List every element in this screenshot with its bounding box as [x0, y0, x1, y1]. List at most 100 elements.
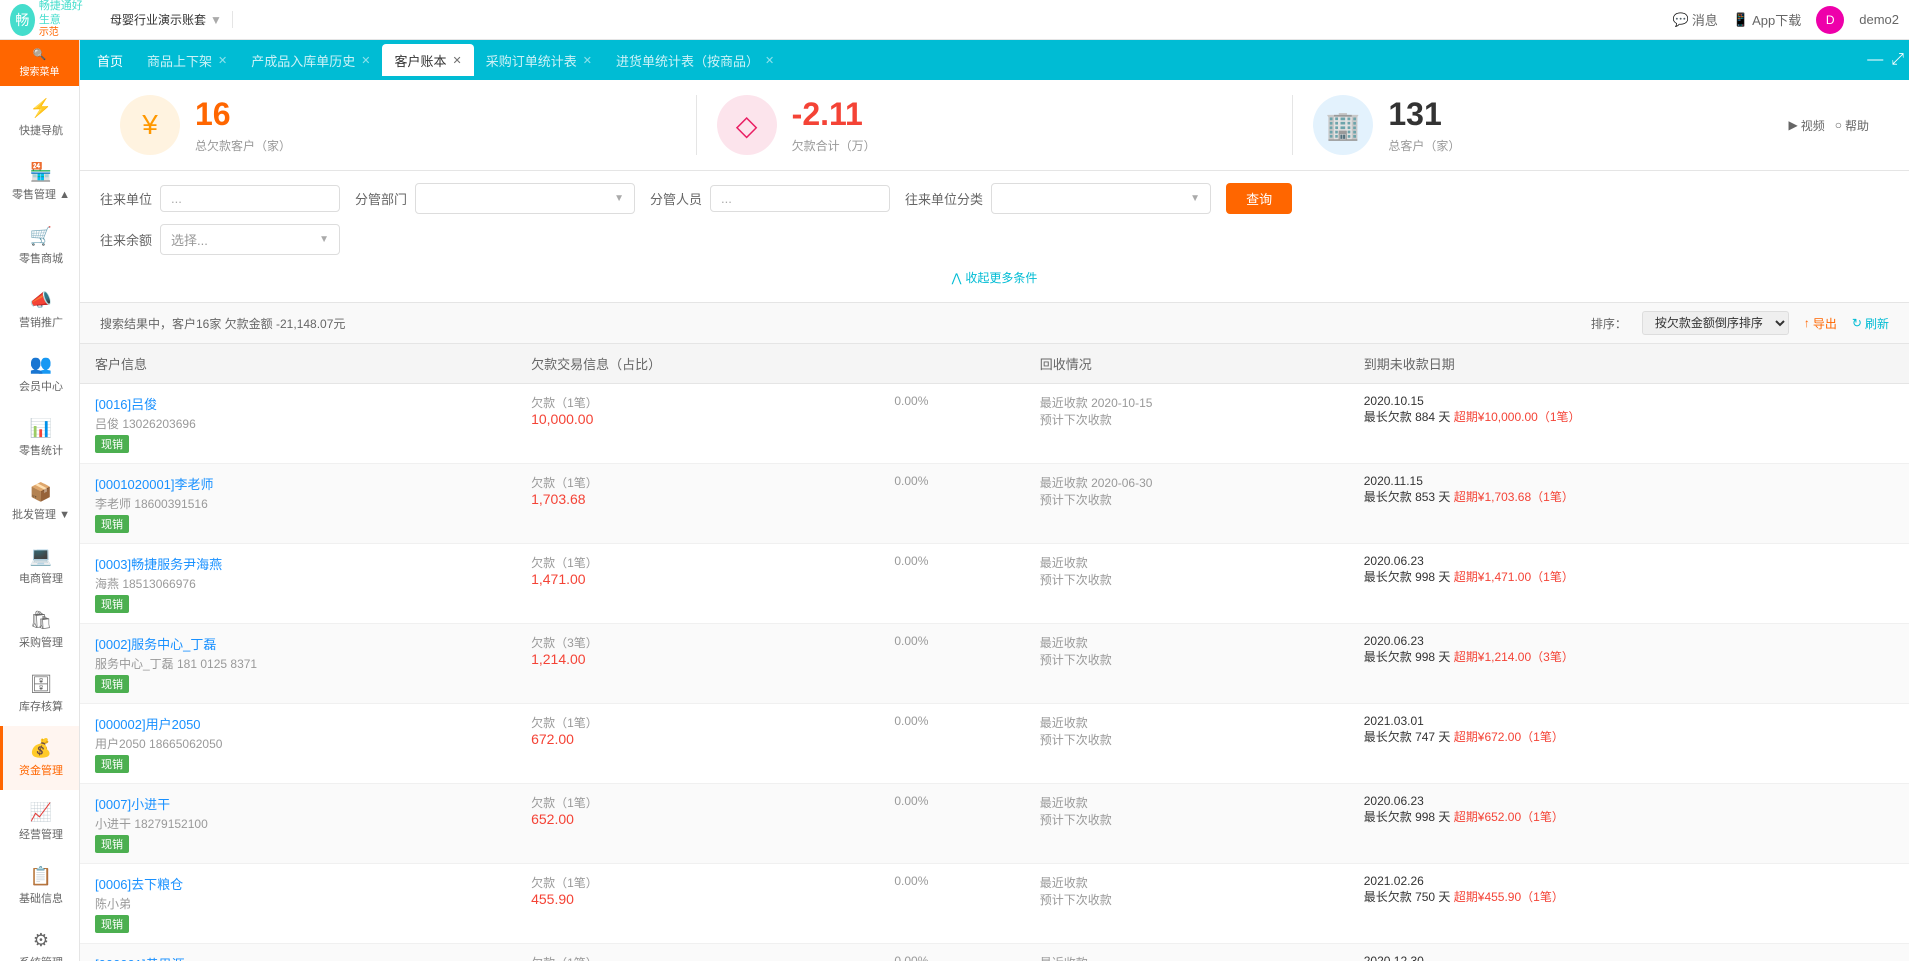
debt-count-6: 欠款（1笔）: [531, 874, 864, 891]
help-btn[interactable]: ○ 帮助: [1835, 117, 1869, 134]
tab-account[interactable]: 客户账本 ✕: [382, 44, 473, 76]
store-selector[interactable]: 母婴行业演示账套 ▼: [100, 11, 233, 28]
manager-input[interactable]: ...: [710, 185, 890, 212]
balance-dropdown-icon: ▼: [319, 234, 329, 245]
cell-customer-info-4: [000002]用户2050 用户2050 18665062050 现销: [80, 704, 516, 784]
customer-id-1[interactable]: [0001020001]李老师: [95, 474, 501, 493]
manager-dots: ...: [721, 191, 732, 206]
customer-id-6[interactable]: [0006]去下粮仓: [95, 874, 501, 893]
debt-percent-3: 0.00%: [894, 634, 1009, 648]
next-recovery-6: 预计下次收款: [1040, 891, 1334, 908]
sidebar-item-finance[interactable]: 💰 资金管理: [0, 726, 79, 790]
customer-id-7[interactable]: [000001]黄思源: [95, 954, 501, 961]
tab-history[interactable]: 产成品入库单历史 ✕: [239, 44, 382, 76]
cell-customer-info-0: [0016]吕俊 吕俊 13026203696 现销: [80, 384, 516, 464]
tab-close-account[interactable]: ✕: [453, 54, 462, 67]
overdue-amount-3[interactable]: 超期¥1,214.00（3笔）: [1454, 650, 1574, 664]
tab-home[interactable]: 首页: [85, 44, 135, 76]
customer-id-2[interactable]: [0003]畅捷服务尹海燕: [95, 554, 501, 573]
overdue-amount-4[interactable]: 超期¥672.00（1笔）: [1454, 730, 1564, 744]
sidebar-item-members[interactable]: 👥 会员中心: [0, 342, 79, 406]
sort-select[interactable]: 按欠款金额倒序排序: [1642, 311, 1789, 335]
search-button[interactable]: 查询: [1226, 183, 1292, 214]
sidebar-item-system[interactable]: ⚙ 系统管理: [0, 918, 79, 961]
cell-debt-percent-7: 0.00%: [879, 944, 1024, 961]
message-link[interactable]: 💬 消息: [1673, 10, 1718, 29]
debt-customers-value: 16: [195, 96, 291, 133]
sidebar-item-quick-nav[interactable]: ⚡ 快捷导航: [0, 86, 79, 150]
stat-info-debt-total: -2.11 欠款合计（万）: [792, 96, 876, 154]
branch-input[interactable]: ▼: [415, 183, 635, 214]
customer-tag-4: 现销: [95, 755, 129, 773]
sidebar-item-inventory[interactable]: 🗄 库存核算: [0, 662, 79, 726]
customer-id-0[interactable]: [0016]吕俊: [95, 394, 501, 413]
refresh-button[interactable]: ↻ 刷新: [1852, 315, 1889, 332]
cell-debt-info-2: 欠款（1笔） 1,471.00: [516, 544, 879, 624]
overdue-amount-1[interactable]: 超期¥1,703.68（1笔）: [1454, 490, 1574, 504]
tab-maximize-icon[interactable]: ⤢: [1891, 51, 1904, 69]
sidebar-item-retail-mall[interactable]: 🛒 零售商城: [0, 214, 79, 278]
tab-minimize-icon[interactable]: —: [1867, 51, 1883, 69]
sidebar-item-ecommerce[interactable]: 💻 电商管理: [0, 534, 79, 598]
debt-amount-6[interactable]: 455.90: [531, 891, 864, 907]
debt-amount-1[interactable]: 1,703.68: [531, 491, 864, 507]
operations-icon: 📈: [30, 802, 52, 823]
cell-due-date-6: 2021.02.26 最长欠款 750 天 超期¥455.90（1笔）: [1349, 864, 1909, 944]
overdue-amount-0[interactable]: 超期¥10,000.00（1笔）: [1454, 410, 1581, 424]
overdue-amount-2[interactable]: 超期¥1,471.00（1笔）: [1454, 570, 1574, 584]
overdue-amount-5[interactable]: 超期¥652.00（1笔）: [1454, 810, 1564, 824]
table-header-row: 客户信息 欠款交易信息（占比） 回收情况 到期未收款日期: [80, 344, 1909, 384]
debt-amount-0[interactable]: 10,000.00: [531, 411, 864, 427]
tab-inbound[interactable]: 进货单统计表（按商品） ✕: [604, 44, 786, 76]
debt-amount-5[interactable]: 652.00: [531, 811, 864, 827]
debt-percent-1: 0.00%: [894, 474, 1009, 488]
overdue-amount-6[interactable]: 超期¥455.90（1笔）: [1454, 890, 1564, 904]
tab-close-history[interactable]: ✕: [361, 54, 370, 67]
avatar: D: [1816, 6, 1844, 34]
category-label: 往来单位分类: [905, 189, 983, 208]
customer-sub-1: 李老师 18600391516: [95, 495, 501, 512]
system-icon: ⚙: [33, 930, 49, 951]
sidebar-item-basic-info[interactable]: 📋 基础信息: [0, 854, 79, 918]
cell-recovery-2: 最近收款 预计下次收款: [1025, 544, 1349, 624]
source-unit-input[interactable]: ...: [160, 185, 340, 212]
debt-amount-3[interactable]: 1,214.00: [531, 651, 864, 667]
customer-id-3[interactable]: [0002]服务中心_丁磊: [95, 634, 501, 653]
branch-label: 分管部门: [355, 189, 407, 208]
debt-percent-6: 0.00%: [894, 874, 1009, 888]
export-button[interactable]: ↑ 导出: [1804, 315, 1837, 332]
customer-tag-6: 现销: [95, 915, 129, 933]
sidebar-item-batch-mgmt[interactable]: 📦 批发管理 ▼: [0, 470, 79, 534]
balance-select[interactable]: 选择... ▼: [160, 224, 340, 255]
sidebar-item-search-menu[interactable]: 🔍 搜索菜单: [0, 40, 79, 86]
cell-debt-info-1: 欠款（1笔） 1,703.68: [516, 464, 879, 544]
tab-close-inbound[interactable]: ✕: [765, 54, 774, 67]
customer-sub-0: 吕俊 13026203696: [95, 415, 501, 432]
last-recovery-1: 最近收款 2020-06-30: [1040, 474, 1334, 491]
ecommerce-icon: 💻: [30, 546, 52, 567]
cell-debt-percent-2: 0.00%: [879, 544, 1024, 624]
tab-products[interactable]: 商品上下架 ✕: [135, 44, 239, 76]
customer-sub-2: 海燕 18513066976: [95, 575, 501, 592]
tab-close-purchase[interactable]: ✕: [583, 54, 592, 67]
marketing-icon: 📣: [30, 290, 52, 311]
customer-id-4[interactable]: [000002]用户2050: [95, 714, 501, 733]
customer-id-5[interactable]: [0007]小进干: [95, 794, 501, 813]
sidebar-item-purchase-mgmt[interactable]: 🛍 采购管理: [0, 598, 79, 662]
collapse-button[interactable]: ⋀ 收起更多条件: [100, 265, 1889, 290]
sidebar-item-retail-mgmt[interactable]: 🏪 零售管理 ▲: [0, 150, 79, 214]
debt-percent-5: 0.00%: [894, 794, 1009, 808]
debt-amount-2[interactable]: 1,471.00: [531, 571, 864, 587]
sidebar-item-retail-stats[interactable]: 📊 零售统计: [0, 406, 79, 470]
app-download-link[interactable]: 📱 App下载: [1733, 10, 1801, 29]
debt-amount-4[interactable]: 672.00: [531, 731, 864, 747]
stat-actions: ▶ 视频 ○ 帮助: [1789, 117, 1870, 134]
view-video-btn[interactable]: ▶ 视频: [1789, 117, 1825, 134]
tab-close-products[interactable]: ✕: [218, 54, 227, 67]
total-customers-icon: 🏢: [1313, 95, 1373, 155]
category-input[interactable]: ▼: [991, 183, 1211, 214]
tab-purchase[interactable]: 采购订单统计表 ✕: [474, 44, 604, 76]
cell-debt-percent-4: 0.00%: [879, 704, 1024, 784]
sidebar-item-marketing[interactable]: 📣 营销推广: [0, 278, 79, 342]
sidebar-item-operations[interactable]: 📈 经营管理: [0, 790, 79, 854]
